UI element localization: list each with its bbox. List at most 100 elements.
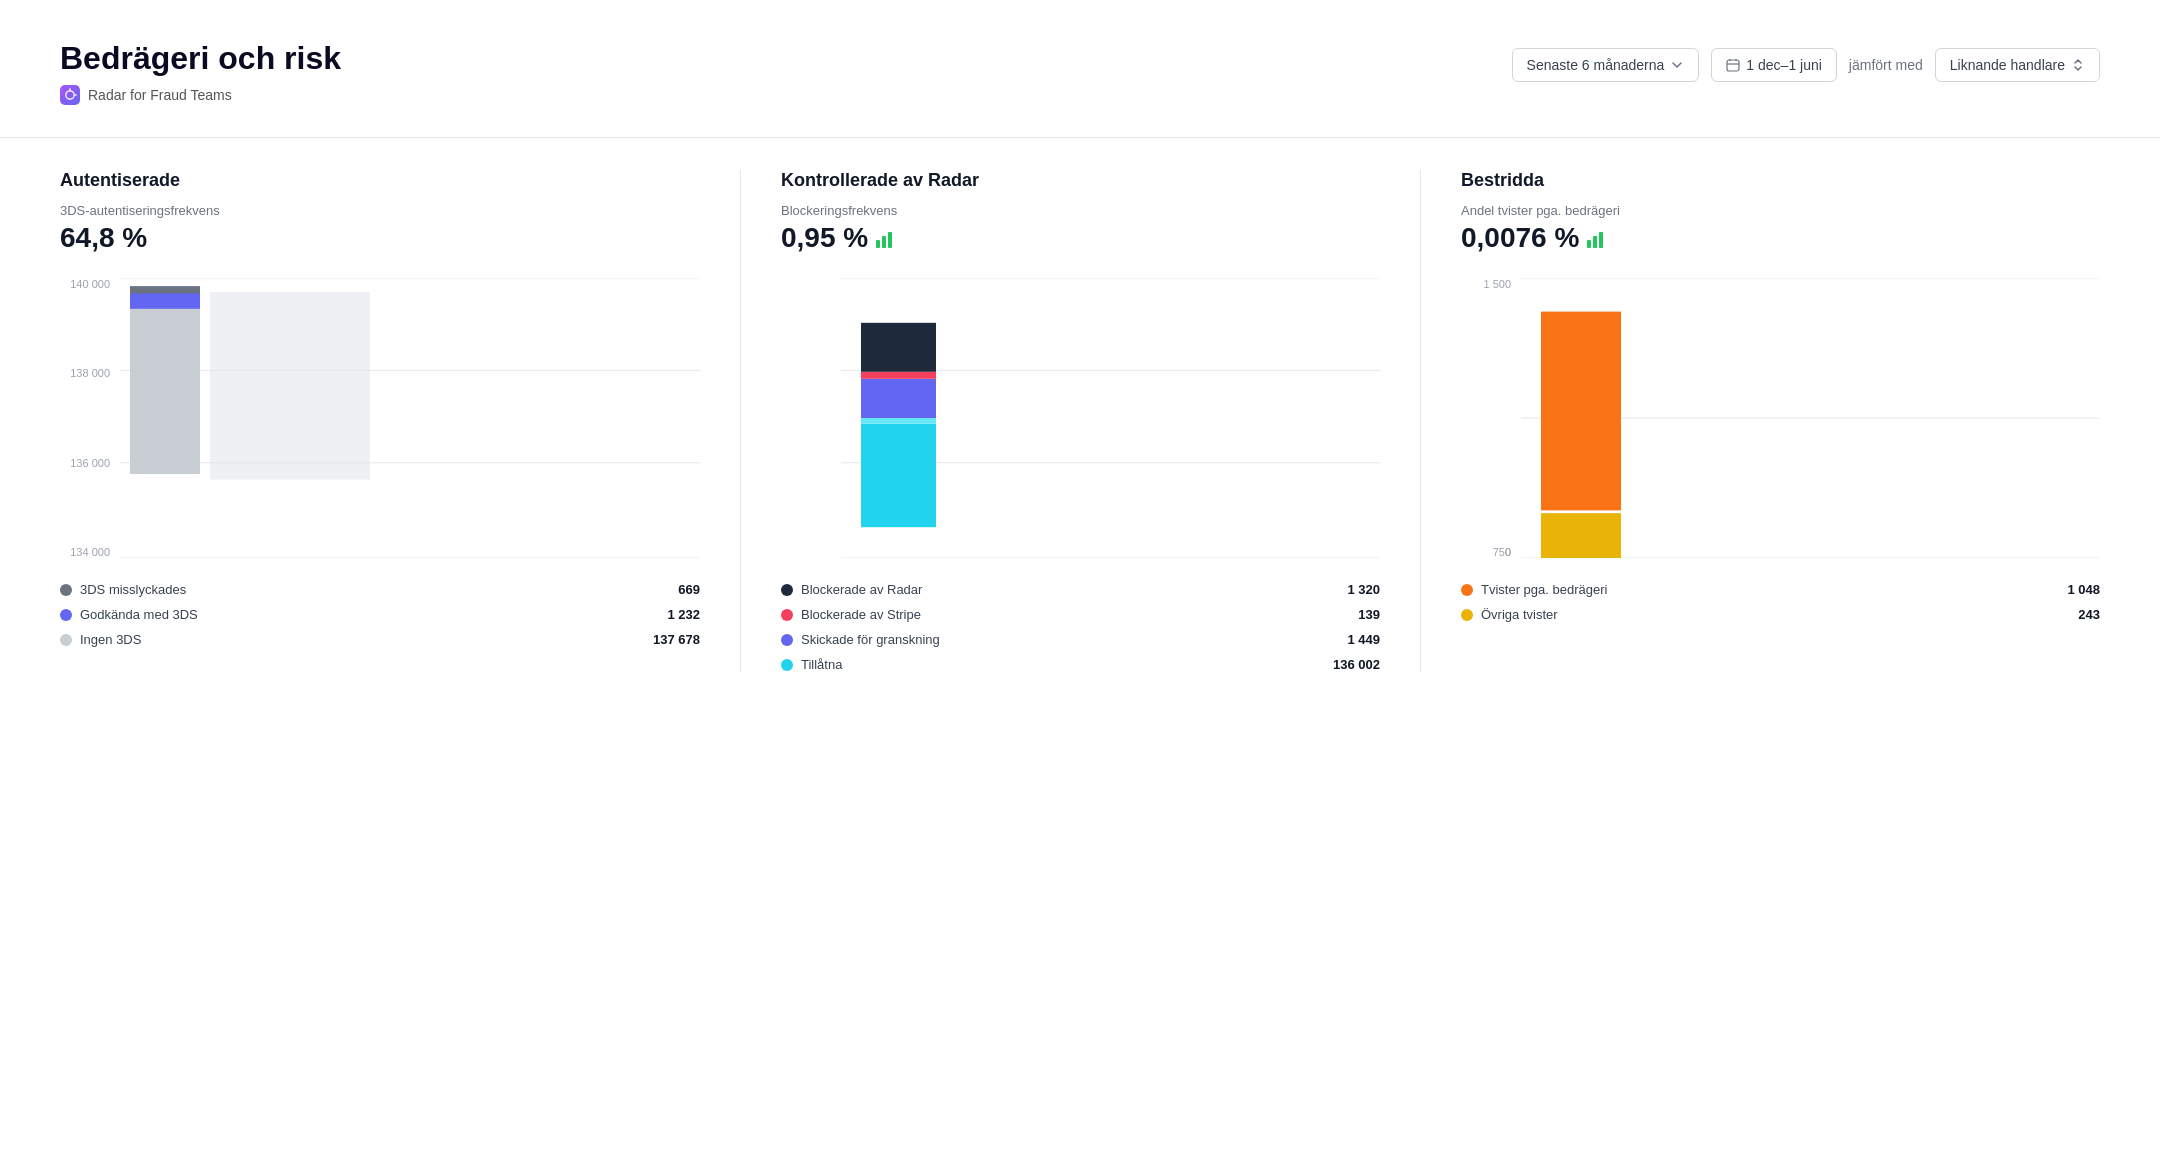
updown-icon <box>2071 58 2085 72</box>
bestridda-plot <box>1521 278 2100 558</box>
bestridda-chart: 1 500 750 0 <box>1461 278 2100 558</box>
legend-item-3ds-approved: Godkända med 3DS 1 232 <box>60 607 700 622</box>
autentiserade-grid <box>120 278 700 558</box>
legend-label-3ds-approved: Godkända med 3DS <box>80 607 198 622</box>
calendar-icon <box>1726 58 1740 72</box>
legend-label-fraud-disputes: Tvister pga. bedrägeri <box>1481 582 1607 597</box>
legend-value-blocked-stripe: 139 <box>1358 607 1380 622</box>
period-dropdown[interactable]: Senaste 6 månaderna <box>1512 48 1700 82</box>
b-y-label-1500: 1 500 <box>1461 278 1519 290</box>
autentiserade-section: Autentiserade 3DS-autentiseringsfrekvens… <box>60 170 740 672</box>
legend-item-no-3ds: Ingen 3DS 137 678 <box>60 632 700 647</box>
legend-value-sent-review: 1 449 <box>1347 632 1380 647</box>
legend-value-blocked-radar: 1 320 <box>1347 582 1380 597</box>
bestridda-legend: Tvister pga. bedrägeri 1 048 Övriga tvis… <box>1461 582 2100 622</box>
svg-rect-29 <box>1541 510 1621 513</box>
svg-rect-28 <box>1541 312 1621 514</box>
legend-item-3ds-failed: 3DS misslyckades 669 <box>60 582 700 597</box>
y-label-134: 134 000 <box>60 546 118 558</box>
legend-value-3ds-approved: 1 232 <box>667 607 700 622</box>
legend-dot-sent-review <box>781 634 793 646</box>
svg-rect-21 <box>861 418 936 424</box>
legend-label-sent-review: Skickade för granskning <box>801 632 940 647</box>
date-range-button[interactable]: 1 dec–1 juni <box>1711 48 1837 82</box>
svg-rect-30 <box>1541 513 1621 558</box>
legend-item-blocked-radar: Blockerade av Radar 1 320 <box>781 582 1380 597</box>
svg-rect-23 <box>861 372 936 379</box>
bestridda-section: Bestridda Andel tvister pga. bedrägeri 0… <box>1420 170 2100 672</box>
page-header: Bedrägeri och risk Radar for Fraud Teams… <box>60 40 2100 105</box>
legend-dot-fraud-disputes <box>1461 584 1473 596</box>
kontrollerade-chart <box>781 278 1380 558</box>
autentiserade-metric-label: 3DS-autentiseringsfrekvens <box>60 203 700 218</box>
kontrollerade-y-axis <box>781 278 839 558</box>
legend-value-fraud-disputes: 1 048 <box>2067 582 2100 597</box>
y-label-138: 138 000 <box>60 367 118 379</box>
legend-dot-3ds-approved <box>60 609 72 621</box>
bestridda-grid <box>1521 278 2100 558</box>
kontrollerade-title: Kontrollerade av Radar <box>781 170 1380 191</box>
kontrollerade-metric-value: 0,95 % <box>781 222 1380 254</box>
legend-item-blocked-stripe: Blockerade av Stripe 139 <box>781 607 1380 622</box>
legend-dot-3ds-failed <box>60 584 72 596</box>
legend-label-blocked-stripe: Blockerade av Stripe <box>801 607 921 622</box>
header-controls: Senaste 6 månaderna 1 dec–1 juni jämfört… <box>1512 48 2100 82</box>
legend-item-fraud-disputes: Tvister pga. bedrägeri 1 048 <box>1461 582 2100 597</box>
bestridda-metric-value: 0,0076 % <box>1461 222 2100 254</box>
kontrollerade-legend: Blockerade av Radar 1 320 Blockerade av … <box>781 582 1380 672</box>
svg-rect-4 <box>1727 60 1739 71</box>
header-left: Bedrägeri och risk Radar for Fraud Teams <box>60 40 341 105</box>
svg-rect-22 <box>861 379 936 418</box>
similar-merchants-dropdown[interactable]: Liknande handlare <box>1935 48 2100 82</box>
bestridda-metric-label: Andel tvister pga. bedrägeri <box>1461 203 2100 218</box>
legend-item-other-disputes: Övriga tvister 243 <box>1461 607 2100 622</box>
period-label: Senaste 6 månaderna <box>1527 57 1665 73</box>
legend-dot-allowed <box>781 659 793 671</box>
y-label-140: 140 000 <box>60 278 118 290</box>
subtitle-text: Radar for Fraud Teams <box>88 87 232 103</box>
legend-dot-blocked-stripe <box>781 609 793 621</box>
similar-merchants-label: Liknande handlare <box>1950 57 2065 73</box>
svg-rect-15 <box>210 292 370 480</box>
legend-dot-other-disputes <box>1461 609 1473 621</box>
svg-rect-0 <box>60 85 80 105</box>
legend-label-blocked-radar: Blockerade av Radar <box>801 582 922 597</box>
kontrollerade-plot <box>841 278 1380 558</box>
svg-rect-14 <box>130 286 200 293</box>
kontrollerade-trend-icon <box>876 228 892 248</box>
legend-item-sent-review: Skickade för granskning 1 449 <box>781 632 1380 647</box>
svg-rect-24 <box>861 323 936 372</box>
legend-label-3ds-failed: 3DS misslyckades <box>80 582 186 597</box>
legend-dot-blocked-radar <box>781 584 793 596</box>
kontrollerade-section: Kontrollerade av Radar Blockeringsfrekve… <box>740 170 1420 672</box>
bestridda-title: Bestridda <box>1461 170 2100 191</box>
charts-container: Autentiserade 3DS-autentiseringsfrekvens… <box>60 170 2100 672</box>
svg-rect-20 <box>861 424 936 528</box>
bestridda-y-axis: 1 500 750 0 <box>1461 278 1519 558</box>
autentiserade-title: Autentiserade <box>60 170 700 191</box>
legend-label-allowed: Tillåtna <box>801 657 842 672</box>
autentiserade-metric-value: 64,8 % <box>60 222 700 254</box>
date-range-label: 1 dec–1 juni <box>1746 57 1822 73</box>
autentiserade-chart: 140 000 138 000 136 000 134 000 <box>60 278 700 558</box>
legend-value-other-disputes: 243 <box>2078 607 2100 622</box>
legend-label-other-disputes: Övriga tvister <box>1481 607 1558 622</box>
subtitle: Radar for Fraud Teams <box>60 85 341 105</box>
legend-value-no-3ds: 137 678 <box>653 632 700 647</box>
chevron-down-icon <box>1670 58 1684 72</box>
kontrollerade-grid <box>841 278 1380 558</box>
autentiserade-legend: 3DS misslyckades 669 Godkända med 3DS 1 … <box>60 582 700 647</box>
svg-rect-12 <box>130 286 200 474</box>
kontrollerade-metric-label: Blockeringsfrekvens <box>781 203 1380 218</box>
legend-value-allowed: 136 002 <box>1333 657 1380 672</box>
header-divider <box>0 137 2160 138</box>
y-label-136: 136 000 <box>60 457 118 469</box>
legend-dot-no-3ds <box>60 634 72 646</box>
autentiserade-y-axis: 140 000 138 000 136 000 134 000 <box>60 278 118 558</box>
radar-icon <box>60 85 80 105</box>
b-y-label-0: 0 <box>1461 546 1519 558</box>
legend-item-allowed: Tillåtna 136 002 <box>781 657 1380 672</box>
page-title: Bedrägeri och risk <box>60 40 341 77</box>
autentiserade-plot <box>120 278 700 558</box>
legend-value-3ds-failed: 669 <box>678 582 700 597</box>
